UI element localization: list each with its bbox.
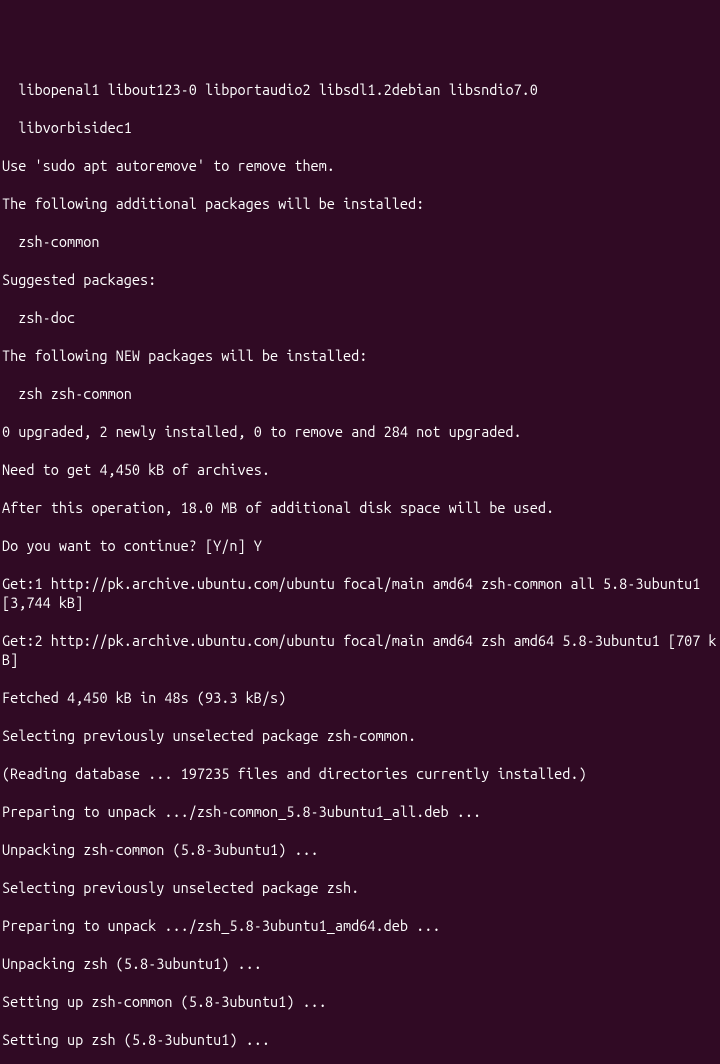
terminal-line: The following NEW packages will be insta… [2,346,718,365]
terminal-line: Preparing to unpack .../zsh_5.8-3ubuntu1… [2,916,718,935]
terminal-line: Selecting previously unselected package … [2,726,718,745]
terminal-line: zsh-common [2,232,718,251]
terminal-line: The following additional packages will b… [2,194,718,213]
terminal-line: Suggested packages: [2,270,718,289]
terminal-line: Unpacking zsh-common (5.8-3ubuntu1) ... [2,840,718,859]
terminal-line: Selecting previously unselected package … [2,878,718,897]
terminal-line: Fetched 4,450 kB in 48s (93.3 kB/s) [2,688,718,707]
terminal-line: Get:1 http://pk.archive.ubuntu.com/ubunt… [2,574,718,612]
terminal-line: Get:2 http://pk.archive.ubuntu.com/ubunt… [2,631,718,669]
terminal-line: Unpacking zsh (5.8-3ubuntu1) ... [2,954,718,973]
terminal-line: Use 'sudo apt autoremove' to remove them… [2,156,718,175]
terminal-line: libopenal1 libout123-0 libportaudio2 lib… [2,80,718,99]
terminal-line: Setting up zsh-common (5.8-3ubuntu1) ... [2,992,718,1011]
terminal-line: Setting up zsh (5.8-3ubuntu1) ... [2,1030,718,1049]
terminal-line: Do you want to continue? [Y/n] Y [2,536,718,555]
terminal-line: zsh zsh-common [2,384,718,403]
terminal-line: After this operation, 18.0 MB of additio… [2,498,718,517]
terminal-line: libvorbisidec1 [2,118,718,137]
terminal-line: Need to get 4,450 kB of archives. [2,460,718,479]
terminal-line: zsh-doc [2,308,718,327]
terminal-line: Preparing to unpack .../zsh-common_5.8-3… [2,802,718,821]
terminal-line: (Reading database ... 197235 files and d… [2,764,718,783]
terminal-line: 0 upgraded, 2 newly installed, 0 to remo… [2,422,718,441]
